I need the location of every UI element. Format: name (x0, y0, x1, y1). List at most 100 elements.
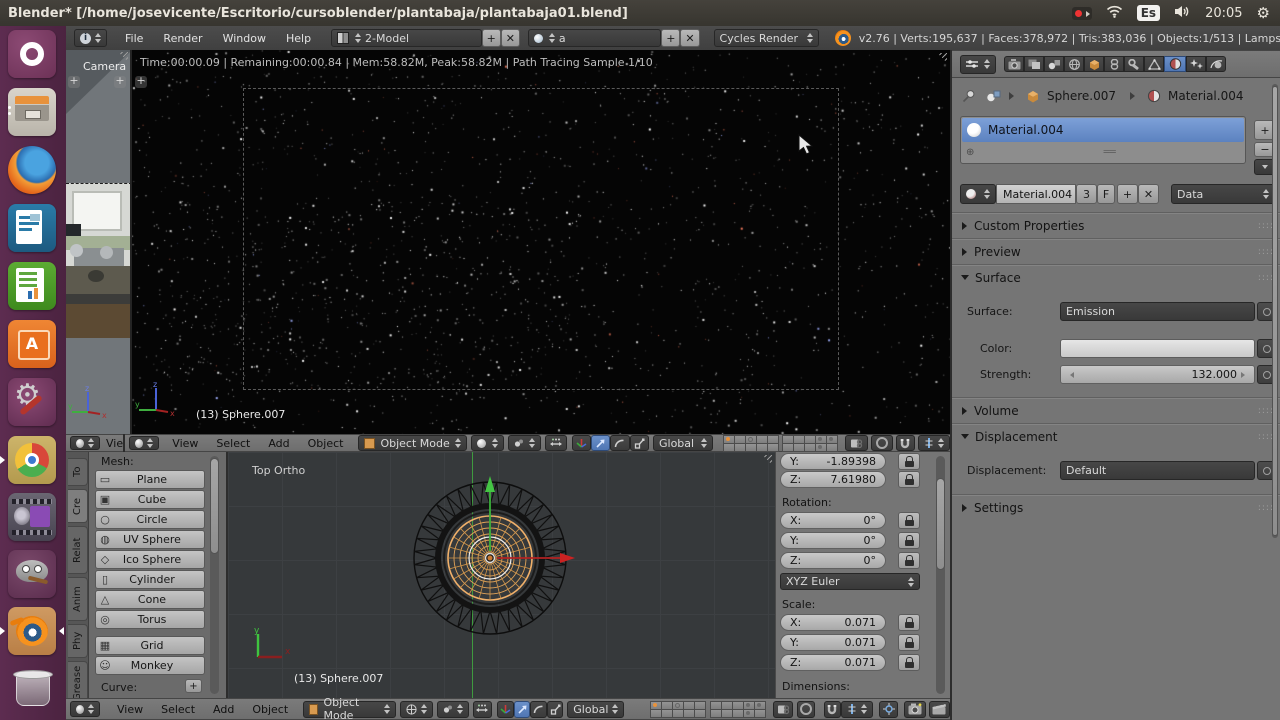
tab-material[interactable] (1164, 56, 1186, 72)
launcher-libreoffice-writer[interactable] (8, 204, 56, 252)
opengl-render-animation-button[interactable] (928, 700, 950, 718)
menu-help[interactable]: Help (276, 32, 321, 45)
lock-scale-z[interactable] (898, 654, 920, 671)
panel-displacement[interactable]: Displacement:::: (952, 423, 1280, 449)
toolshelf-scrollbar-thumb[interactable] (210, 458, 219, 554)
lock-scale-y[interactable] (898, 634, 920, 651)
menu-add[interactable]: Add (204, 703, 243, 716)
layers-widget-group2[interactable] (781, 434, 838, 452)
rotate-manipulator-button[interactable] (610, 435, 630, 451)
menu-view[interactable]: View (108, 703, 152, 716)
menu-file[interactable]: File (115, 32, 153, 45)
clock[interactable]: 20:05 (1205, 6, 1242, 21)
manipulator-toggle-button[interactable] (472, 700, 493, 718)
properties-scrollbar-thumb[interactable] (1272, 86, 1278, 536)
browse-material-button[interactable] (960, 184, 996, 204)
editor-type-3dview-button[interactable] (70, 436, 100, 450)
panel-preview[interactable]: Preview:::: (952, 238, 1280, 264)
tab-world[interactable] (1064, 56, 1084, 72)
menu-object[interactable]: Object (243, 703, 297, 716)
add-layout-button[interactable]: + (481, 29, 501, 47)
mode-selector[interactable]: Object Mode (358, 435, 467, 451)
lock-rotation-x[interactable] (898, 512, 920, 529)
mode-selector[interactable]: Object Mode (303, 696, 396, 720)
layers-widget-group1[interactable] (649, 700, 706, 718)
add-circle-button[interactable]: ○ Circle (95, 510, 205, 529)
layers-widget-group2[interactable] (709, 700, 766, 718)
menu-select[interactable]: Select (207, 437, 259, 450)
location-z-field[interactable]: Z: 7.61980 (780, 471, 886, 488)
tab-modifiers[interactable] (1124, 56, 1144, 72)
launcher-ubuntu-dash[interactable] (8, 30, 56, 78)
render-border-button[interactable] (871, 435, 893, 451)
panel-settings[interactable]: Settings:::: (952, 494, 1280, 520)
launcher-gimp[interactable] (8, 550, 56, 598)
viewport-shading-selector[interactable] (470, 435, 505, 451)
launcher-firefox[interactable] (8, 146, 56, 194)
material-slot-row[interactable]: Material.004 (962, 118, 1244, 142)
viewport-shading-selector[interactable] (399, 700, 433, 718)
snap-target-button[interactable] (878, 700, 899, 718)
session-gear-icon[interactable]: ⚙ (1257, 4, 1270, 22)
displacement-dropdown[interactable]: Default (1060, 461, 1255, 480)
snap-toggle-button[interactable] (895, 435, 916, 451)
transform-orientation-selector[interactable]: Global (652, 435, 714, 451)
list-resize-grip[interactable]: ══ (1104, 147, 1116, 158)
volume-icon[interactable] (1174, 5, 1191, 21)
tab-relations[interactable]: Relat (68, 526, 88, 574)
menu-render[interactable]: Render (153, 32, 212, 45)
snap-element-selector[interactable] (918, 435, 951, 451)
toolshelf-expand-icon[interactable]: + (68, 75, 80, 88)
lock-location-y[interactable] (898, 453, 920, 470)
layers-widget-group1[interactable] (722, 434, 779, 452)
tab-create[interactable]: Cre (68, 489, 88, 523)
rotate-manipulator-button[interactable] (530, 700, 547, 718)
pin-icon[interactable] (962, 89, 976, 103)
location-y-field[interactable]: Y: -1.89398 (780, 453, 886, 470)
add-uv-sphere-button[interactable]: ◍ UV Sphere (95, 530, 205, 549)
rotation-x-field[interactable]: X: 0° (780, 512, 886, 529)
scale-y-field[interactable]: Y: 0.071 (780, 634, 886, 651)
launcher-libreoffice-calc[interactable] (8, 262, 56, 310)
screen-layout-selector[interactable]: 2-Model (331, 29, 482, 47)
add-ico-sphere-button[interactable]: ◇ Ico Sphere (95, 550, 205, 569)
menu-window[interactable]: Window (213, 32, 276, 45)
menu-object[interactable]: Object (299, 437, 353, 450)
transform-orientation-selector[interactable]: Global (567, 700, 625, 718)
manipulator-axes-button[interactable] (497, 700, 514, 718)
add-cube-button[interactable]: ▣ Cube (95, 490, 205, 509)
area-resize-grip[interactable] (762, 455, 772, 465)
add-cylinder-button[interactable]: ▯ Cylinder (95, 570, 205, 589)
launcher-trash[interactable] (8, 664, 56, 712)
filter-add-icon[interactable]: ⊕ (966, 147, 974, 158)
editor-type-properties-button[interactable] (960, 54, 996, 74)
delete-layout-button[interactable]: ✕ (500, 29, 520, 47)
breadcrumb-object[interactable]: Sphere.007 (1047, 89, 1116, 103)
launcher-chrome[interactable] (0, 436, 56, 484)
lock-location-z[interactable] (898, 471, 920, 488)
fake-user-button[interactable]: F (1097, 184, 1115, 204)
launcher-video-editor[interactable] (8, 493, 56, 541)
snap-element-selector[interactable] (840, 700, 873, 718)
scene-selector[interactable]: a (527, 29, 662, 47)
scale-manipulator-button[interactable] (629, 435, 649, 451)
rotation-y-field[interactable]: Y: 0° (780, 532, 886, 549)
unlink-material-button[interactable]: ✕ (1138, 184, 1159, 204)
camera-viewport[interactable]: Camera + + z y x (66, 50, 132, 434)
scene-lock-button[interactable] (845, 435, 869, 451)
tab-scene[interactable] (1044, 56, 1064, 72)
editor-type-info-button[interactable]: i (74, 29, 107, 47)
wireframe-sphere-object[interactable] (396, 464, 584, 652)
clipped-view-menu[interactable]: Vie (100, 437, 123, 450)
launcher-software-center[interactable]: A (8, 320, 56, 368)
screen-record-icon[interactable] (1071, 6, 1092, 20)
pivot-point-selector[interactable] (436, 700, 469, 718)
launcher-files[interactable] (8, 88, 56, 136)
lock-rotation-z[interactable] (898, 552, 920, 569)
render-engine-selector[interactable]: Cycles Render (713, 29, 819, 47)
sidebar-expand-icon[interactable]: + (114, 75, 126, 88)
material-link-selector[interactable]: Data (1171, 184, 1275, 204)
material-name-field[interactable]: Material.004 (996, 184, 1076, 204)
transform-scrollbar-thumb[interactable] (936, 478, 945, 570)
tab-physics[interactable]: Phy (68, 624, 88, 658)
